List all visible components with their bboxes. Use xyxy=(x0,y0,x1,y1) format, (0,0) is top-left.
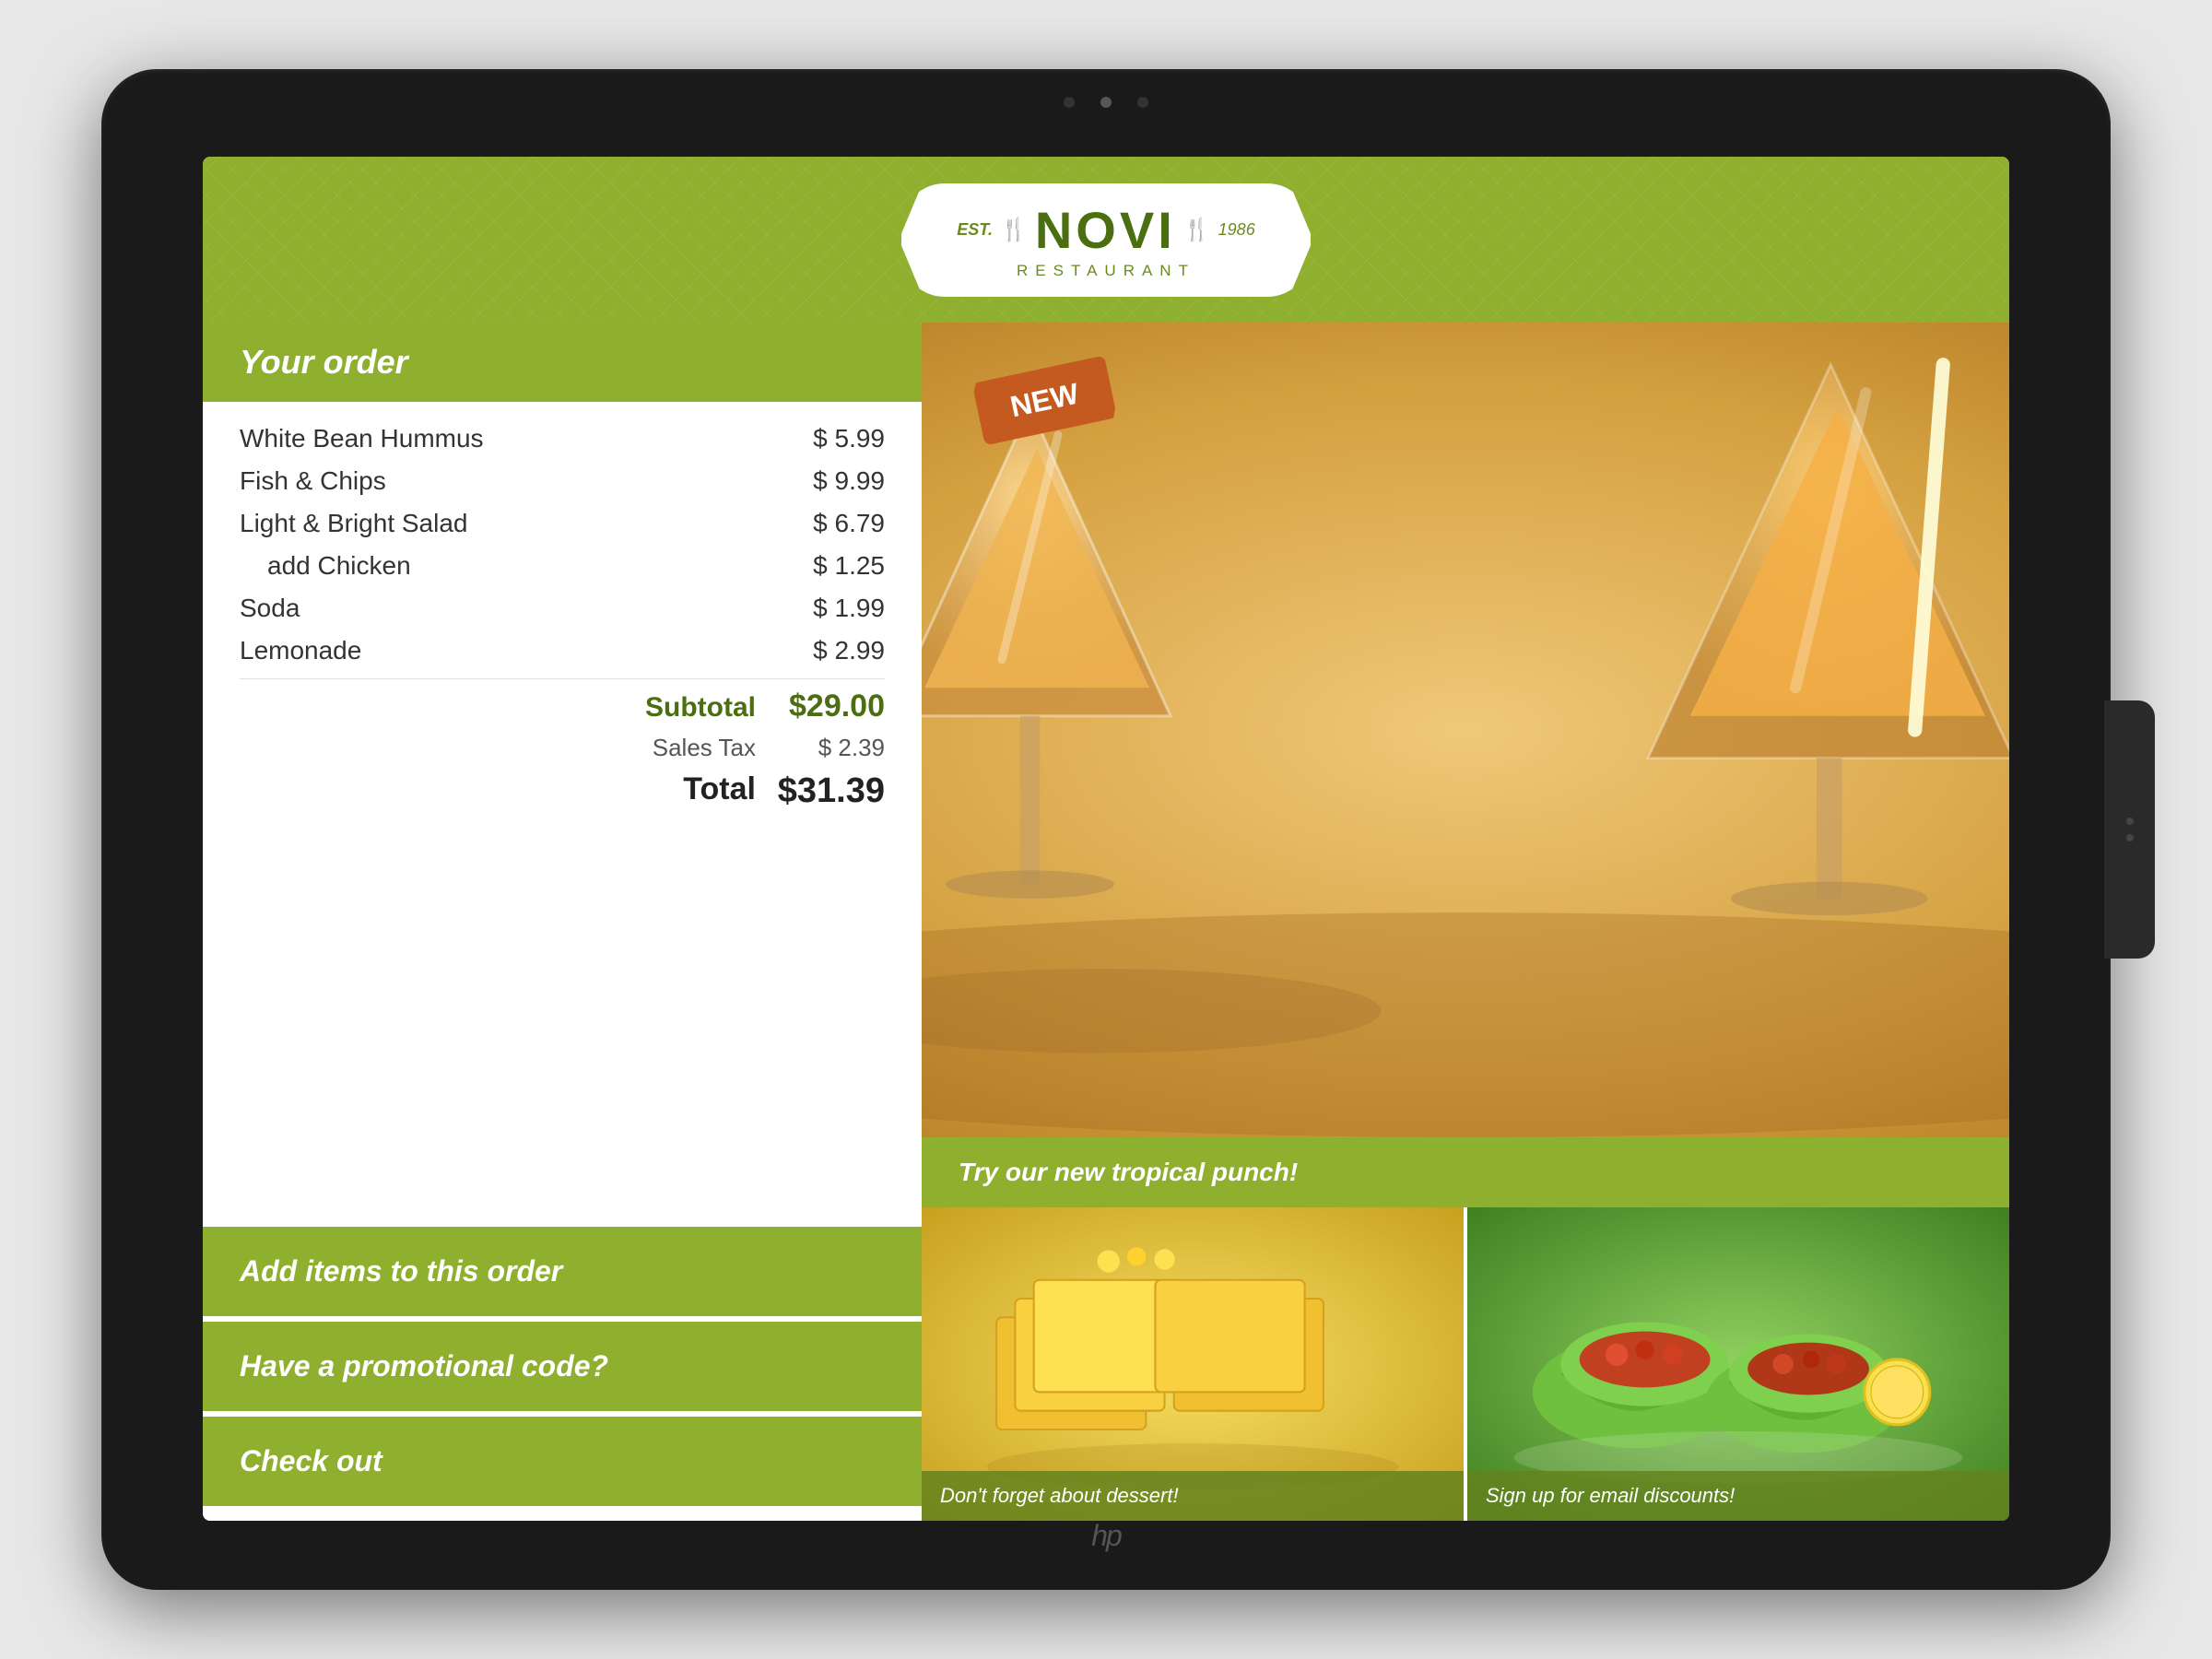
promo-salad-image: Sign up for email discounts! xyxy=(1464,1207,2009,1521)
order-title: Your order xyxy=(240,343,408,381)
promo-caption: Try our new tropical punch! xyxy=(922,1137,2009,1207)
tax-row: Sales Tax $ 2.39 xyxy=(240,734,885,762)
logo-subtitle: RESTAURANT xyxy=(957,262,1254,280)
hp-logo-svg: hp xyxy=(1078,1520,1134,1557)
subtotal-label: Subtotal xyxy=(498,692,774,724)
promo-panel: NEW xyxy=(922,323,2009,1521)
side-dot-1 xyxy=(2126,818,2134,825)
side-dot-2 xyxy=(2126,834,2134,841)
order-panel: Your order White Bean Hummus $ 5.99 Fish… xyxy=(203,323,922,1521)
promo-bottom: Don't forget about dessert! xyxy=(922,1207,2009,1521)
subtotal-row: Subtotal $29.00 xyxy=(240,688,885,724)
promo-dessert-image: Don't forget about dessert! xyxy=(922,1207,1464,1521)
item-price: $ 6.79 xyxy=(813,509,885,538)
subtotal-value: $29.00 xyxy=(774,688,885,724)
dessert-caption: Don't forget about dessert! xyxy=(922,1471,1464,1521)
logo-fork-icon: 🍴 xyxy=(1000,217,1028,243)
item-price: $ 5.99 xyxy=(813,424,885,453)
camera-dot-left xyxy=(1064,97,1075,108)
logo-name: NOVI xyxy=(1035,200,1176,260)
item-name: Light & Bright Salad xyxy=(240,509,468,538)
table-row: Lemonade $ 2.99 xyxy=(240,636,885,665)
item-name: Fish & Chips xyxy=(240,466,386,496)
add-items-button[interactable]: Add items to this order xyxy=(203,1227,922,1316)
action-buttons: Add items to this order Have a promotion… xyxy=(203,1227,922,1521)
device-shell: EST. 🍴 NOVI 🍴 1986 RESTAURANT Your order xyxy=(101,69,2111,1590)
salad-caption: Sign up for email discounts! xyxy=(1467,1471,2009,1521)
item-name: add Chicken xyxy=(267,551,411,581)
camera-dot-center xyxy=(1100,97,1112,108)
camera-area xyxy=(1064,97,1148,108)
divider xyxy=(240,678,885,679)
promo-main-image: NEW xyxy=(922,323,2009,1137)
screen: EST. 🍴 NOVI 🍴 1986 RESTAURANT Your order xyxy=(203,157,2009,1521)
svg-text:hp: hp xyxy=(1091,1520,1122,1552)
hp-logo: hp xyxy=(1078,1520,1134,1564)
tax-value: $ 2.39 xyxy=(774,734,885,762)
promo-code-button[interactable]: Have a promotional code? xyxy=(203,1322,922,1411)
logo-est: EST. xyxy=(957,220,993,240)
table-row: add Chicken $ 1.25 xyxy=(240,551,885,581)
item-price: $ 9.99 xyxy=(813,466,885,496)
table-row: Fish & Chips $ 9.99 xyxy=(240,466,885,496)
drink-visual xyxy=(922,323,2009,1137)
checkout-button[interactable]: Check out xyxy=(203,1417,922,1506)
total-label: Total xyxy=(683,771,774,811)
table-row: Light & Bright Salad $ 6.79 xyxy=(240,509,885,538)
camera-dot-right xyxy=(1137,97,1148,108)
item-price: $ 1.99 xyxy=(813,594,885,623)
header: EST. 🍴 NOVI 🍴 1986 RESTAURANT xyxy=(203,157,2009,323)
main-content: Your order White Bean Hummus $ 5.99 Fish… xyxy=(203,323,2009,1521)
logo-knife-icon: 🍴 xyxy=(1183,217,1211,243)
table-row: White Bean Hummus $ 5.99 xyxy=(240,424,885,453)
total-value: $31.39 xyxy=(774,771,885,811)
total-row: Total $31.39 xyxy=(240,771,885,811)
item-name: Lemonade xyxy=(240,636,361,665)
table-row: Soda $ 1.99 xyxy=(240,594,885,623)
logo-year: 1986 xyxy=(1218,220,1255,240)
side-attachment xyxy=(2104,700,2155,959)
item-name: White Bean Hummus xyxy=(240,424,484,453)
logo-badge: EST. 🍴 NOVI 🍴 1986 RESTAURANT xyxy=(899,181,1312,300)
order-header: Your order xyxy=(203,323,922,402)
order-items-list: White Bean Hummus $ 5.99 Fish & Chips $ … xyxy=(203,402,922,1227)
item-price: $ 2.99 xyxy=(813,636,885,665)
item-name: Soda xyxy=(240,594,300,623)
tax-label: Sales Tax xyxy=(653,734,774,762)
item-price: $ 1.25 xyxy=(813,551,885,581)
